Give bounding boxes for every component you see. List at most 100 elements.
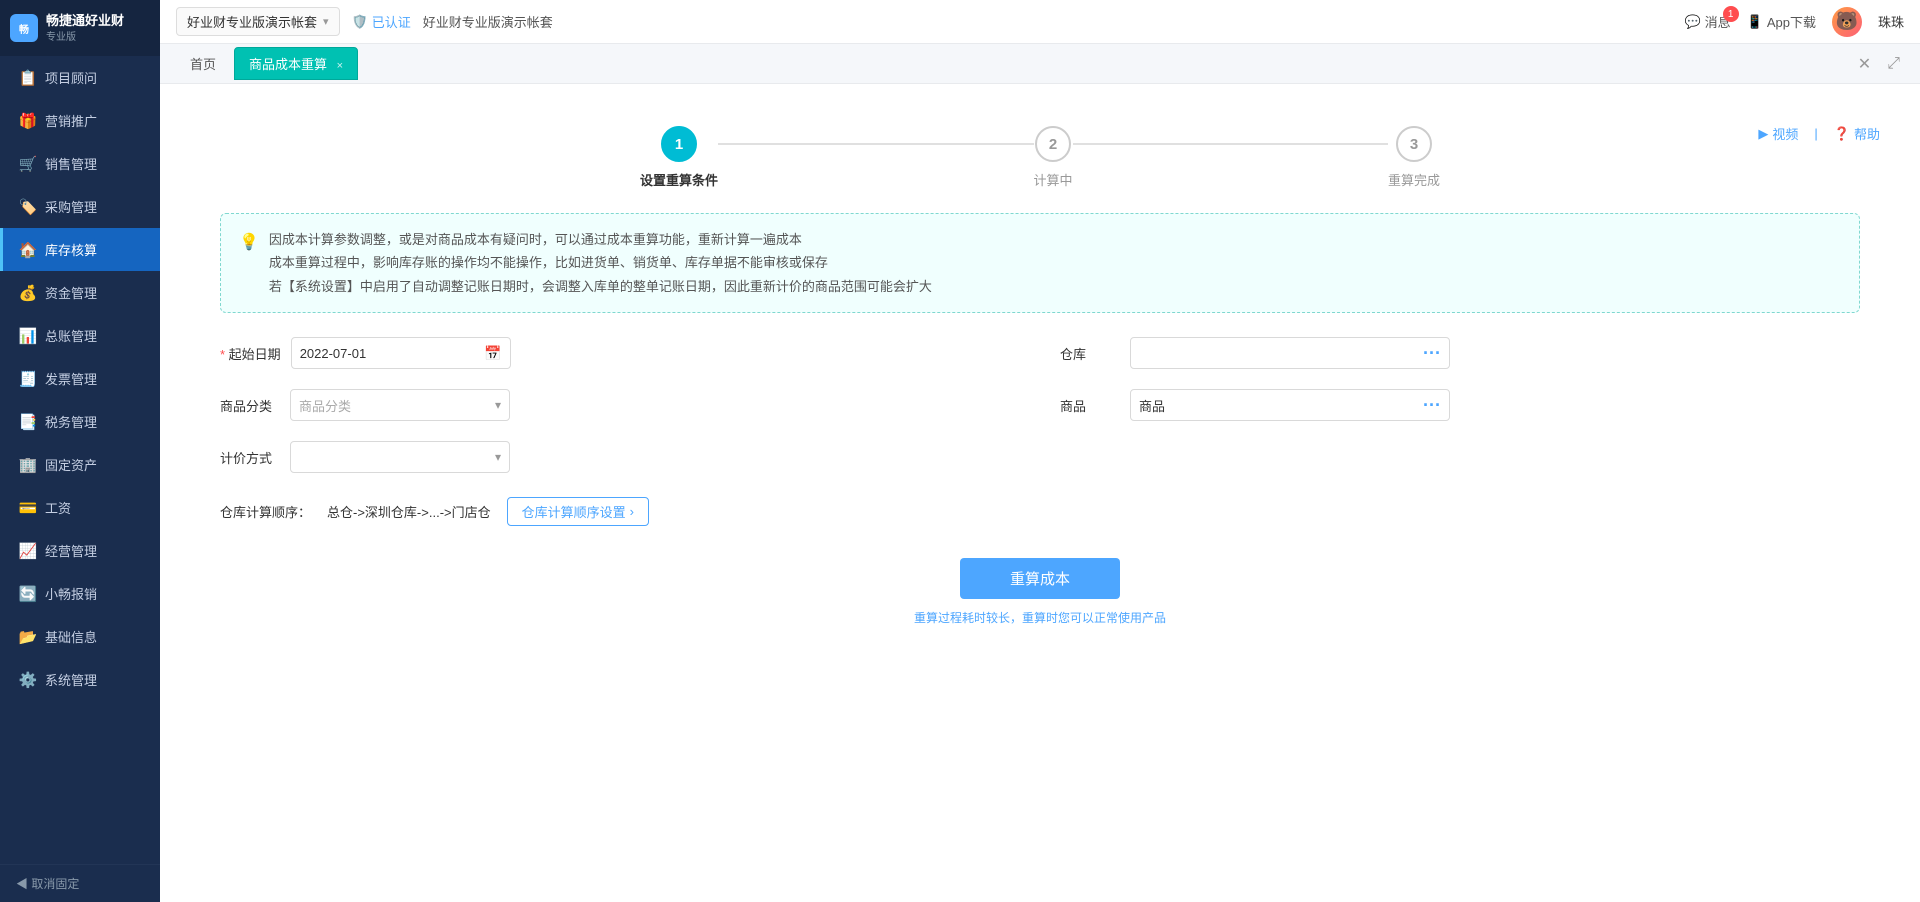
operation-icon: 📈 bbox=[19, 542, 37, 560]
finance-icon: 💰 bbox=[19, 284, 37, 302]
warehouse-order-value: 总仓->深圳仓库->...->门店仓 bbox=[327, 502, 491, 521]
info-line-2: 成本重算过程中，影响库存账的操作均不能操作，比如进货单、销货单、库存单据不能审核… bbox=[269, 251, 932, 274]
help-divider: | bbox=[1814, 126, 1817, 141]
tabbar-right-actions: ✕ ⤢ bbox=[1854, 50, 1904, 78]
project-icon: 📋 bbox=[19, 69, 37, 87]
sidebar-item-marketing[interactable]: 🎁 营销推广 bbox=[0, 99, 160, 142]
calendar-icon[interactable]: 📅 bbox=[484, 345, 501, 362]
verified-badge: 🛡️ 已认证 bbox=[352, 12, 411, 31]
info-line-1: 因成本计算参数调整，或是对商品成本有疑问时，可以通过成本重算功能，重新计算一遍成… bbox=[269, 228, 932, 251]
sidebar-item-sales[interactable]: 🛒 销售管理 bbox=[0, 142, 160, 185]
start-date-field: 起始日期 2022-07-01 📅 bbox=[220, 337, 1020, 369]
sidebar-item-operation[interactable]: 📈 经营管理 bbox=[0, 529, 160, 572]
app-logo: 畅 bbox=[10, 14, 38, 42]
close-window-icon[interactable]: ✕ bbox=[1854, 50, 1875, 78]
tab-close-icon[interactable]: × bbox=[337, 60, 343, 72]
warehouse-field: 仓库 ··· bbox=[1060, 337, 1860, 369]
sidebar-item-label: 总账管理 bbox=[45, 326, 97, 345]
inventory-icon: 🏠 bbox=[19, 241, 37, 259]
main-area: 好业财专业版演示帐套 ▾ 🛡️ 已认证 好业财专业版演示帐套 💬 消息 1 📱 … bbox=[160, 0, 1920, 902]
category-select[interactable]: 商品分类 ▾ bbox=[290, 389, 510, 421]
username-label[interactable]: 珠珠 bbox=[1878, 12, 1904, 31]
sidebar-item-label: 项目顾问 bbox=[45, 68, 97, 87]
tab-cost-recalc[interactable]: 商品成本重算 × bbox=[234, 47, 358, 80]
start-date-label: 起始日期 bbox=[220, 344, 281, 363]
warehouse-input[interactable]: ··· bbox=[1130, 337, 1450, 369]
app-download-label: App下载 bbox=[1767, 12, 1816, 31]
sidebar-item-system[interactable]: ⚙️ 系统管理 bbox=[0, 658, 160, 701]
recalc-hint: 重算过程耗时较长，重算时您可以正常使用产品 bbox=[914, 609, 1166, 626]
wizard-step-3: 3 重算完成 bbox=[1388, 126, 1440, 189]
salary-icon: 💳 bbox=[19, 499, 37, 517]
message-badge: 1 bbox=[1723, 6, 1739, 22]
form-row-3: 计价方式 ▾ bbox=[220, 441, 1860, 473]
maximize-icon[interactable]: ⤢ bbox=[1883, 51, 1904, 77]
tab-home[interactable]: 首页 bbox=[176, 48, 230, 79]
sidebar-item-expense[interactable]: 🔄 小畅报销 bbox=[0, 572, 160, 615]
tabbar: 首页 商品成本重算 × ✕ ⤢ bbox=[160, 44, 1920, 84]
warehouse-order-label: 仓库计算顺序： bbox=[220, 502, 311, 521]
wizard-step-3-label: 重算完成 bbox=[1388, 170, 1440, 189]
account-selector[interactable]: 好业财专业版演示帐套 ▾ bbox=[176, 7, 340, 36]
recalc-button[interactable]: 重算成本 bbox=[960, 558, 1120, 599]
sidebar-item-invoice[interactable]: 🧾 发票管理 bbox=[0, 357, 160, 400]
sidebar-item-label: 采购管理 bbox=[45, 197, 97, 216]
account-selector-text: 好业财专业版演示帐套 bbox=[187, 12, 317, 31]
sidebar-item-project[interactable]: 📋 项目顾问 bbox=[0, 56, 160, 99]
sidebar-item-tax[interactable]: 📑 税务管理 bbox=[0, 400, 160, 443]
sidebar-item-label: 发票管理 bbox=[45, 369, 97, 388]
question-icon: ❓ bbox=[1834, 126, 1850, 142]
form-row-1: 起始日期 2022-07-01 📅 仓库 ··· bbox=[220, 337, 1860, 369]
help-link[interactable]: ❓ 帮助 bbox=[1834, 124, 1880, 143]
start-date-input[interactable]: 2022-07-01 📅 bbox=[291, 337, 511, 369]
user-avatar[interactable]: 🐻 bbox=[1832, 7, 1862, 37]
sidebar-item-label: 库存核算 bbox=[45, 240, 97, 259]
sidebar-item-finance[interactable]: 💰 资金管理 bbox=[0, 271, 160, 314]
warehouse-label: 仓库 bbox=[1060, 344, 1120, 363]
recalc-area: 重算成本 重算过程耗时较长，重算时您可以正常使用产品 bbox=[160, 558, 1920, 626]
sales-icon: 🛒 bbox=[19, 155, 37, 173]
wizard-step-3-circle: 3 bbox=[1396, 126, 1432, 162]
info-content: 因成本计算参数调整，或是对商品成本有疑问时，可以通过成本重算功能，重新计算一遍成… bbox=[269, 228, 932, 298]
sidebar-item-label: 销售管理 bbox=[45, 154, 97, 173]
form-area: 起始日期 2022-07-01 📅 仓库 ··· 商品分 bbox=[160, 337, 1920, 526]
sidebar-nav: 📋 项目顾问 🎁 营销推广 🛒 销售管理 🏷️ 采购管理 🏠 库存核算 💰 资金… bbox=[0, 56, 160, 864]
sidebar-item-salary[interactable]: 💳 工资 bbox=[0, 486, 160, 529]
sidebar-footer-label: ◀ 取消固定 bbox=[16, 875, 79, 892]
sidebar-item-label: 经营管理 bbox=[45, 541, 97, 560]
product-field: 商品 商品 ··· bbox=[1060, 389, 1860, 421]
chevron-right-icon: › bbox=[630, 504, 634, 519]
sidebar-item-label: 系统管理 bbox=[45, 670, 97, 689]
sidebar-item-purchase[interactable]: 🏷️ 采购管理 bbox=[0, 185, 160, 228]
sidebar-item-inventory[interactable]: 🏠 库存核算 bbox=[0, 228, 160, 271]
pricing-field: 计价方式 ▾ bbox=[220, 441, 1020, 473]
product-input[interactable]: 商品 ··· bbox=[1130, 389, 1450, 421]
sidebar-item-assets[interactable]: 🏢 固定资产 bbox=[0, 443, 160, 486]
app-download-button[interactable]: 📱 App下载 bbox=[1747, 12, 1816, 31]
wizard-step-2-circle: 2 bbox=[1035, 126, 1071, 162]
system-icon: ⚙️ bbox=[19, 671, 37, 689]
marketing-icon: 🎁 bbox=[19, 112, 37, 130]
expense-icon: 🔄 bbox=[19, 585, 37, 603]
app-title: 畅捷通好业财 bbox=[46, 13, 124, 29]
message-button[interactable]: 💬 消息 1 bbox=[1684, 12, 1730, 31]
warehouse-order-settings-button[interactable]: 仓库计算顺序设置 › bbox=[507, 497, 649, 526]
sidebar-item-accounting[interactable]: 📊 总账管理 bbox=[0, 314, 160, 357]
category-label: 商品分类 bbox=[220, 396, 280, 415]
sidebar-header: 畅 畅捷通好业财 专业版 bbox=[0, 0, 160, 56]
form-row-2: 商品分类 商品分类 ▾ 商品 商品 ··· bbox=[220, 389, 1860, 421]
sidebar: 畅 畅捷通好业财 专业版 📋 项目顾问 🎁 营销推广 🛒 销售管理 🏷️ 采购管… bbox=[0, 0, 160, 902]
warehouse-more-icon[interactable]: ··· bbox=[1423, 343, 1441, 364]
product-more-icon[interactable]: ··· bbox=[1423, 395, 1441, 416]
wizard-step-1-label: 设置重算条件 bbox=[640, 170, 718, 189]
wizard-step-1: 1 设置重算条件 bbox=[640, 126, 718, 189]
wizard-step-2-label: 计算中 bbox=[1034, 170, 1073, 189]
video-help-link[interactable]: ▶ 视频 bbox=[1758, 124, 1798, 143]
warehouse-order-btn-label: 仓库计算顺序设置 bbox=[522, 502, 626, 521]
sidebar-unpin[interactable]: ◀ 取消固定 bbox=[0, 864, 160, 902]
sidebar-item-label: 资金管理 bbox=[45, 283, 97, 302]
pricing-select[interactable]: ▾ bbox=[290, 441, 510, 473]
product-label: 商品 bbox=[1060, 396, 1120, 415]
product-placeholder: 商品 bbox=[1139, 396, 1417, 415]
sidebar-item-basic[interactable]: 📂 基础信息 bbox=[0, 615, 160, 658]
